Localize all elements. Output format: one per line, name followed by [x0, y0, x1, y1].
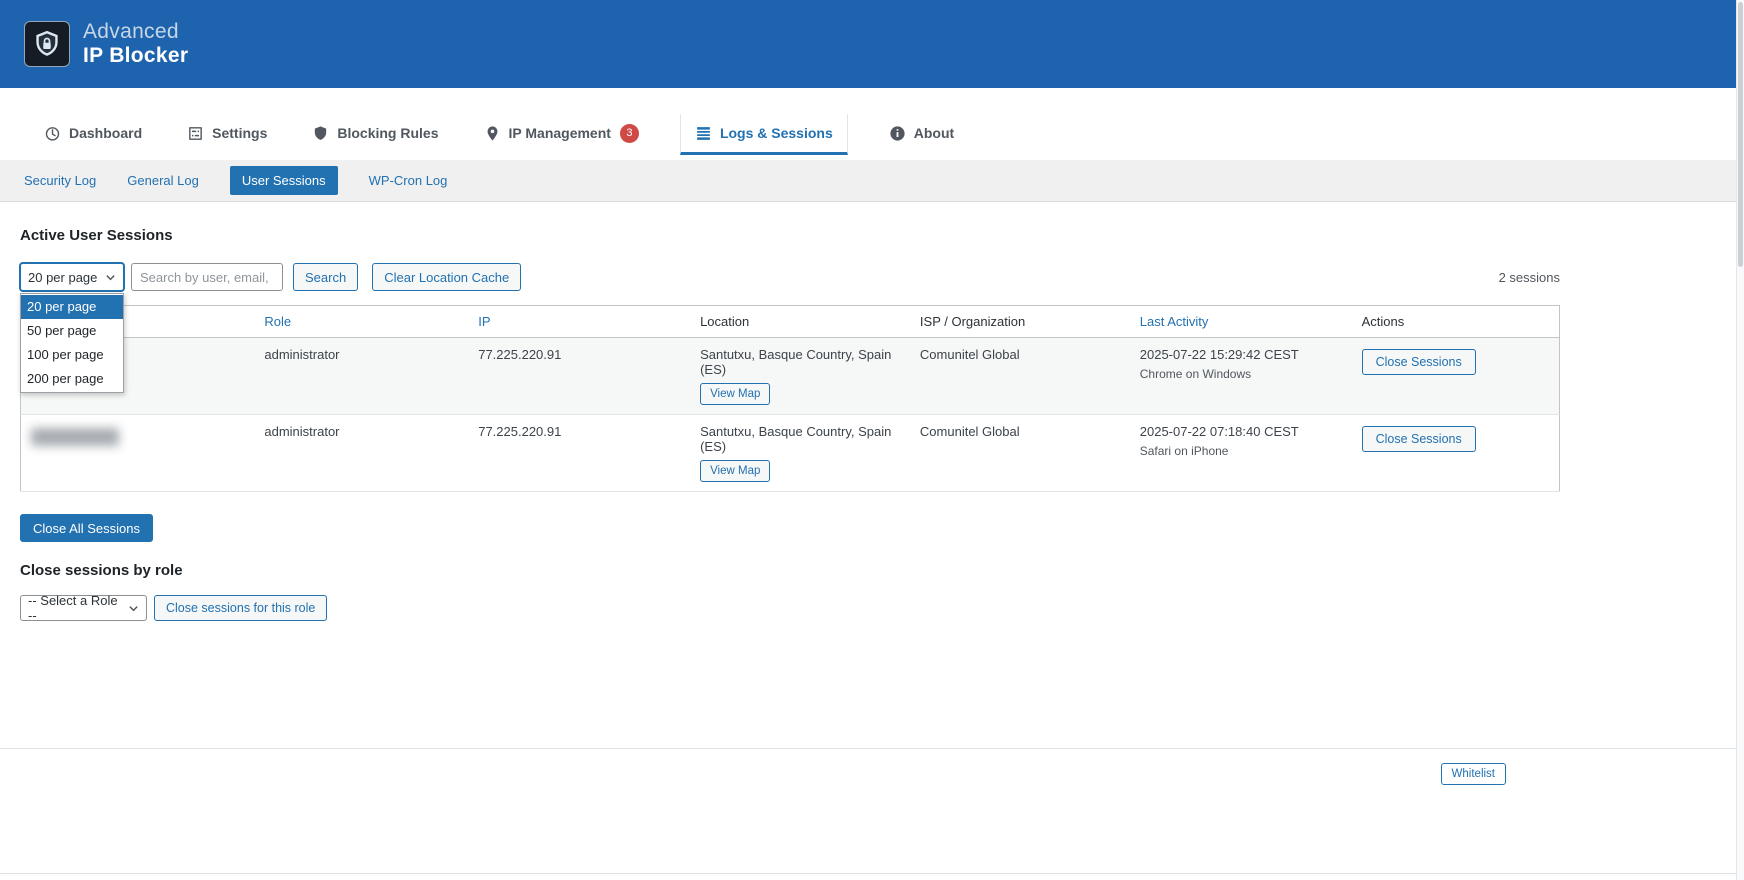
- last-activity-time: 2025-07-22 15:29:42 CEST: [1140, 347, 1342, 362]
- main-tabbar: Dashboard Settings Blocking Rules IP Man…: [0, 114, 1744, 155]
- close-all-sessions-button[interactable]: Close All Sessions: [20, 514, 153, 542]
- cell-ip: 77.225.220.91: [468, 338, 690, 415]
- footer-panel: Whitelist: [0, 748, 1736, 874]
- main-content: Active User Sessions 20 per page Search …: [20, 227, 1560, 621]
- column-header-role[interactable]: Role: [254, 306, 468, 338]
- dropdown-option[interactable]: 50 per page: [21, 319, 123, 343]
- per-page-value: 20 per page: [28, 270, 97, 285]
- close-by-role-title: Close sessions by role: [20, 562, 1560, 579]
- column-header-actions: Actions: [1352, 306, 1560, 338]
- per-page-dropdown-list: 20 per page 50 per page 100 per page 200…: [20, 293, 124, 393]
- whitelist-button[interactable]: Whitelist: [1441, 763, 1506, 785]
- subtab-user-sessions[interactable]: User Sessions: [230, 166, 338, 195]
- search-input[interactable]: [131, 263, 283, 291]
- subtab-wp-cron-log[interactable]: WP-Cron Log: [369, 173, 448, 188]
- per-page-select[interactable]: 20 per page: [20, 263, 124, 291]
- cell-location: Santutxu, Basque Country, Spain (ES) Vie…: [690, 338, 910, 415]
- user-name-redacted: [31, 428, 119, 446]
- location-text: Santutxu, Basque Country, Spain (ES): [700, 347, 900, 377]
- view-map-button[interactable]: View Map: [700, 460, 770, 482]
- subtab-security-log[interactable]: Security Log: [24, 173, 96, 188]
- dropdown-option[interactable]: 20 per page: [21, 295, 123, 319]
- scrollbar-thumb[interactable]: [1738, 2, 1743, 267]
- column-header-ip[interactable]: IP: [468, 306, 690, 338]
- clear-location-cache-button[interactable]: Clear Location Cache: [372, 263, 521, 291]
- cell-location: Santutxu, Basque Country, Spain (ES) Vie…: [690, 415, 910, 492]
- device-info: Safari on iPhone: [1140, 444, 1342, 458]
- gauge-icon: [44, 125, 61, 142]
- tab-logs-sessions[interactable]: Logs & Sessions: [680, 114, 848, 155]
- cell-isp: Comunitel Global: [910, 415, 1130, 492]
- toolbar: 20 per page Search Clear Location Cache …: [20, 263, 1560, 291]
- log-subtabs: Security Log General Log User Sessions W…: [0, 160, 1744, 202]
- page-title: Active User Sessions: [20, 227, 1560, 244]
- tab-dashboard[interactable]: Dashboard: [40, 114, 146, 155]
- brand-title: Advanced IP Blocker: [83, 20, 188, 68]
- location-text: Santutxu, Basque Country, Spain (ES): [700, 424, 900, 454]
- app-logo: [24, 21, 70, 67]
- brand-line2: IP Blocker: [83, 44, 188, 68]
- cell-ip: 77.225.220.91: [468, 415, 690, 492]
- chevron-down-icon: [105, 272, 116, 283]
- role-controls: -- Select a Role -- Close sessions for t…: [20, 595, 1560, 621]
- tab-about[interactable]: About: [885, 114, 958, 155]
- sliders-icon: [187, 125, 204, 142]
- map-pin-icon: [484, 125, 501, 142]
- column-header-location: Location: [690, 306, 910, 338]
- cell-role: administrator: [254, 415, 468, 492]
- view-map-button[interactable]: View Map: [700, 383, 770, 405]
- brand-line1: Advanced: [83, 20, 188, 44]
- cell-actions: Close Sessions: [1352, 415, 1560, 492]
- app-header: Advanced IP Blocker: [0, 0, 1744, 88]
- info-icon: [889, 125, 906, 142]
- sessions-table: Role IP Location ISP / Organization Last…: [20, 305, 1560, 492]
- chevron-down-icon: [128, 603, 139, 614]
- role-select[interactable]: -- Select a Role --: [20, 595, 147, 621]
- cell-user: [21, 415, 255, 492]
- sessions-count: 2 sessions: [1499, 270, 1560, 285]
- shield-icon: [312, 125, 329, 142]
- tab-label: About: [914, 125, 954, 141]
- tab-settings[interactable]: Settings: [183, 114, 271, 155]
- subtab-general-log[interactable]: General Log: [127, 173, 199, 188]
- cell-role: administrator: [254, 338, 468, 415]
- ip-management-badge: 3: [620, 124, 639, 143]
- tab-blocking-rules[interactable]: Blocking Rules: [308, 114, 442, 155]
- close-sessions-button[interactable]: Close Sessions: [1362, 349, 1476, 375]
- role-select-value: -- Select a Role --: [28, 593, 122, 623]
- list-icon: [695, 125, 712, 142]
- last-activity-time: 2025-07-22 07:18:40 CEST: [1140, 424, 1342, 439]
- shield-lock-icon: [32, 29, 62, 59]
- search-button[interactable]: Search: [293, 263, 358, 291]
- tab-label: Settings: [212, 125, 267, 141]
- vertical-scrollbar[interactable]: [1736, 0, 1744, 880]
- cell-actions: Close Sessions: [1352, 338, 1560, 415]
- dropdown-option[interactable]: 200 per page: [21, 367, 123, 391]
- cell-last-activity: 2025-07-22 15:29:42 CEST Chrome on Windo…: [1130, 338, 1352, 415]
- table-row: administrator 77.225.220.91 Santutxu, Ba…: [21, 338, 1560, 415]
- column-header-last-activity[interactable]: Last Activity: [1130, 306, 1352, 338]
- tab-label: IP Management: [509, 125, 611, 141]
- tab-label: Blocking Rules: [337, 125, 438, 141]
- device-info: Chrome on Windows: [1140, 367, 1342, 381]
- table-header-row: Role IP Location ISP / Organization Last…: [21, 306, 1560, 338]
- dropdown-option[interactable]: 100 per page: [21, 343, 123, 367]
- tab-label: Dashboard: [69, 125, 142, 141]
- tab-ip-management[interactable]: IP Management 3: [480, 114, 643, 155]
- cell-last-activity: 2025-07-22 07:18:40 CEST Safari on iPhon…: [1130, 415, 1352, 492]
- tab-label: Logs & Sessions: [720, 125, 833, 141]
- close-sessions-for-role-button[interactable]: Close sessions for this role: [154, 595, 327, 621]
- table-row: administrator 77.225.220.91 Santutxu, Ba…: [21, 415, 1560, 492]
- close-sessions-button[interactable]: Close Sessions: [1362, 426, 1476, 452]
- column-header-isp: ISP / Organization: [910, 306, 1130, 338]
- cell-isp: Comunitel Global: [910, 338, 1130, 415]
